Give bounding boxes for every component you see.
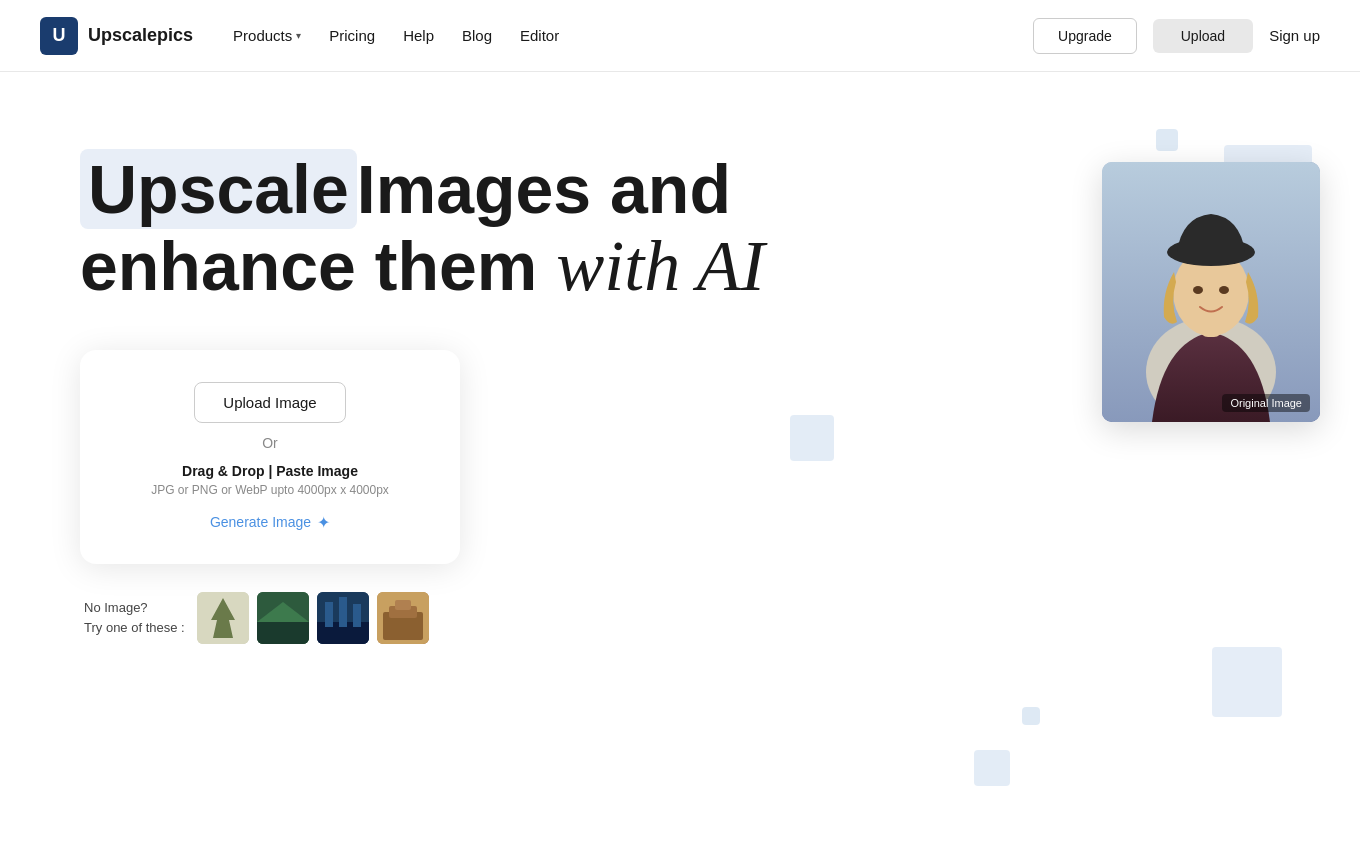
logo-icon: U (40, 17, 78, 55)
logo-text: Upscalepics (88, 25, 193, 46)
nav-link-editor[interactable]: Editor (520, 27, 559, 44)
sample-thumb-4[interactable] (377, 592, 429, 644)
upload-image-button[interactable]: Upload Image (194, 382, 345, 423)
svg-rect-9 (353, 604, 361, 627)
sample-thumb-3[interactable] (317, 592, 369, 644)
svg-rect-8 (325, 602, 333, 627)
nav-link-pricing[interactable]: Pricing (329, 27, 375, 44)
deco-square-3 (790, 415, 834, 461)
deco-square-6 (974, 750, 1010, 786)
logo[interactable]: U Upscalepics (40, 17, 193, 55)
generate-link[interactable]: Generate Image ✦ (120, 513, 420, 532)
hero-title-italic: with AI (556, 226, 765, 306)
upload-card: Upload Image Or Drag & Drop | Paste Imag… (80, 350, 460, 564)
hero-title-upscale: Upscale (80, 149, 357, 229)
signup-link[interactable]: Sign up (1269, 27, 1320, 44)
svg-rect-3 (257, 622, 309, 644)
upgrade-button[interactable]: Upgrade (1033, 18, 1137, 54)
nav-link-products[interactable]: Products ▾ (233, 27, 301, 44)
nav-right: Upgrade Upload Sign up (1033, 18, 1320, 54)
no-image-label: No Image? Try one of these : (84, 598, 185, 637)
navbar: U Upscalepics Products ▾ Pricing Help Bl… (0, 0, 1360, 72)
deco-square-5 (1022, 707, 1040, 725)
nav-link-help[interactable]: Help (403, 27, 434, 44)
hero-content: UpscaleImages and enhance them with AI U… (80, 152, 765, 644)
chevron-down-icon: ▾ (296, 30, 301, 41)
nav-link-blog[interactable]: Blog (462, 27, 492, 44)
svg-point-19 (1193, 286, 1203, 294)
upload-nav-button[interactable]: Upload (1153, 19, 1253, 53)
original-image-placeholder: Original Image (1102, 162, 1320, 422)
hero-title-part2: Images and (357, 151, 731, 227)
sample-thumb-1[interactable] (197, 592, 249, 644)
svg-point-20 (1219, 286, 1229, 294)
sample-thumbs (197, 592, 429, 644)
nav-links: Products ▾ Pricing Help Blog Editor (233, 27, 559, 44)
sample-thumb-2[interactable] (257, 592, 309, 644)
deco-square-1 (1156, 129, 1178, 151)
drag-drop-text: Drag & Drop | Paste Image (120, 463, 420, 479)
sample-images-row: No Image? Try one of these : (84, 592, 765, 644)
format-text: JPG or PNG or WebP upto 4000px x 4000px (120, 483, 420, 497)
svg-rect-13 (395, 600, 411, 610)
original-image-label: Original Image (1222, 394, 1310, 412)
hero-title-enhance: enhance them (80, 228, 556, 304)
hero-title: UpscaleImages and enhance them with AI (80, 152, 765, 306)
deco-square-4 (1212, 647, 1282, 717)
nav-left: U Upscalepics Products ▾ Pricing Help Bl… (40, 17, 559, 55)
hero-section: UpscaleImages and enhance them with AI U… (0, 72, 1360, 859)
svg-rect-7 (339, 597, 347, 627)
generate-icon: ✦ (317, 513, 330, 532)
original-image-card: Original Image (1102, 162, 1320, 422)
generate-label: Generate Image (210, 514, 311, 530)
or-text: Or (120, 435, 420, 451)
